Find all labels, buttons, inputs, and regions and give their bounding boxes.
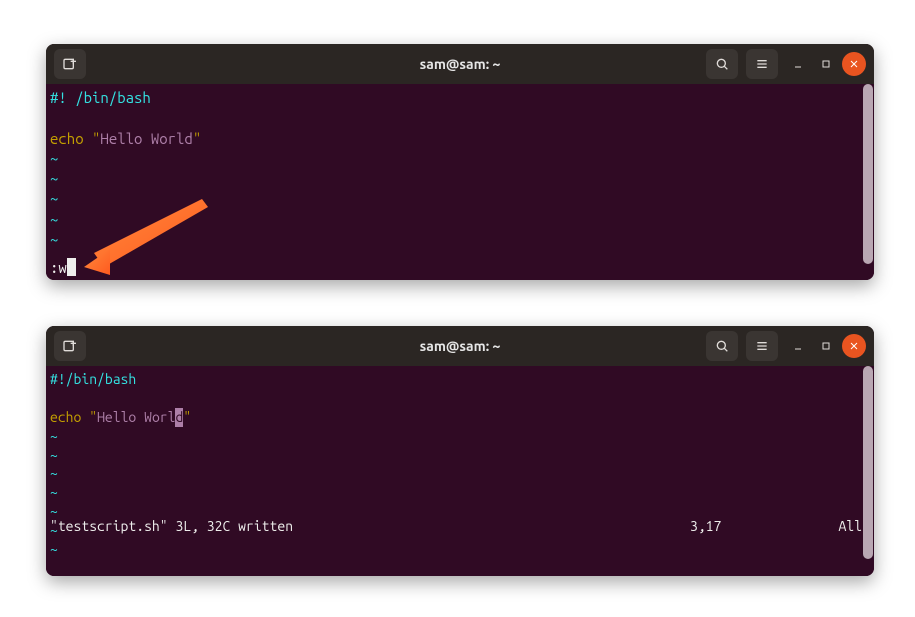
vim-tilde: ~ xyxy=(50,446,870,465)
quote-close: " xyxy=(183,409,191,425)
code-line-blank xyxy=(50,108,870,128)
vim-tilde: ~ xyxy=(50,169,870,189)
terminal-window-2: sam@sam: ~ #!/bin/bash echo "Hello World… xyxy=(46,326,874,576)
code-line-2: echo "Hello World" xyxy=(50,408,870,427)
minimize-button[interactable] xyxy=(786,52,810,76)
code-line-blank xyxy=(50,389,870,408)
search-button[interactable] xyxy=(706,331,738,361)
code-line-2: echo "Hello World" xyxy=(50,129,870,149)
vim-tilde: ~ xyxy=(50,149,870,169)
close-button[interactable] xyxy=(842,334,866,358)
vim-command-line[interactable]: :w xyxy=(50,258,870,278)
echo-string-pre: Hello Worl xyxy=(97,409,175,425)
search-button[interactable] xyxy=(706,49,738,79)
terminal-content[interactable]: #! /bin/bash echo "Hello World" ~ ~ ~ ~ … xyxy=(46,84,874,280)
hamburger-menu-button[interactable] xyxy=(746,49,778,79)
minimize-button[interactable] xyxy=(786,334,810,358)
quote-open: " xyxy=(89,409,97,425)
echo-string: Hello World xyxy=(100,130,192,147)
vim-tilde: ~ xyxy=(50,427,870,446)
terminal-window-1: sam@sam: ~ #! /bin/bash echo "Hello Worl… xyxy=(46,44,874,280)
hamburger-menu-button[interactable] xyxy=(746,331,778,361)
shebang: #! /bin/bash xyxy=(50,89,151,106)
vim-command-text: :w xyxy=(50,259,67,276)
code-line-1: #!/bin/bash xyxy=(50,370,870,389)
close-button[interactable] xyxy=(842,52,866,76)
status-scroll: All xyxy=(810,517,870,536)
quote-close: " xyxy=(193,130,201,147)
echo-keyword: echo xyxy=(50,130,84,147)
new-tab-button[interactable] xyxy=(54,49,86,79)
maximize-button[interactable] xyxy=(814,334,838,358)
titlebar: sam@sam: ~ xyxy=(46,326,874,366)
titlebar: sam@sam: ~ xyxy=(46,44,874,84)
terminal-content[interactable]: #!/bin/bash echo "Hello World" ~ ~ ~ ~ ~… xyxy=(46,366,874,576)
vim-tilde: ~ xyxy=(50,210,870,230)
shebang: #!/bin/bash xyxy=(50,371,136,387)
vim-status-line: "testscript.sh" 3L, 32C written 3,17 All xyxy=(50,480,870,574)
cursor-icon xyxy=(67,258,76,276)
vim-tilde: ~ xyxy=(50,230,870,250)
code-line-1: #! /bin/bash xyxy=(50,88,870,108)
status-message: "testscript.sh" 3L, 32C written xyxy=(50,517,690,536)
maximize-button[interactable] xyxy=(814,52,838,76)
status-position: 3,17 xyxy=(690,517,810,536)
scrollbar[interactable] xyxy=(863,84,873,264)
new-tab-button[interactable] xyxy=(54,331,86,361)
echo-keyword: echo xyxy=(50,409,81,425)
vim-tilde: ~ xyxy=(50,189,870,209)
